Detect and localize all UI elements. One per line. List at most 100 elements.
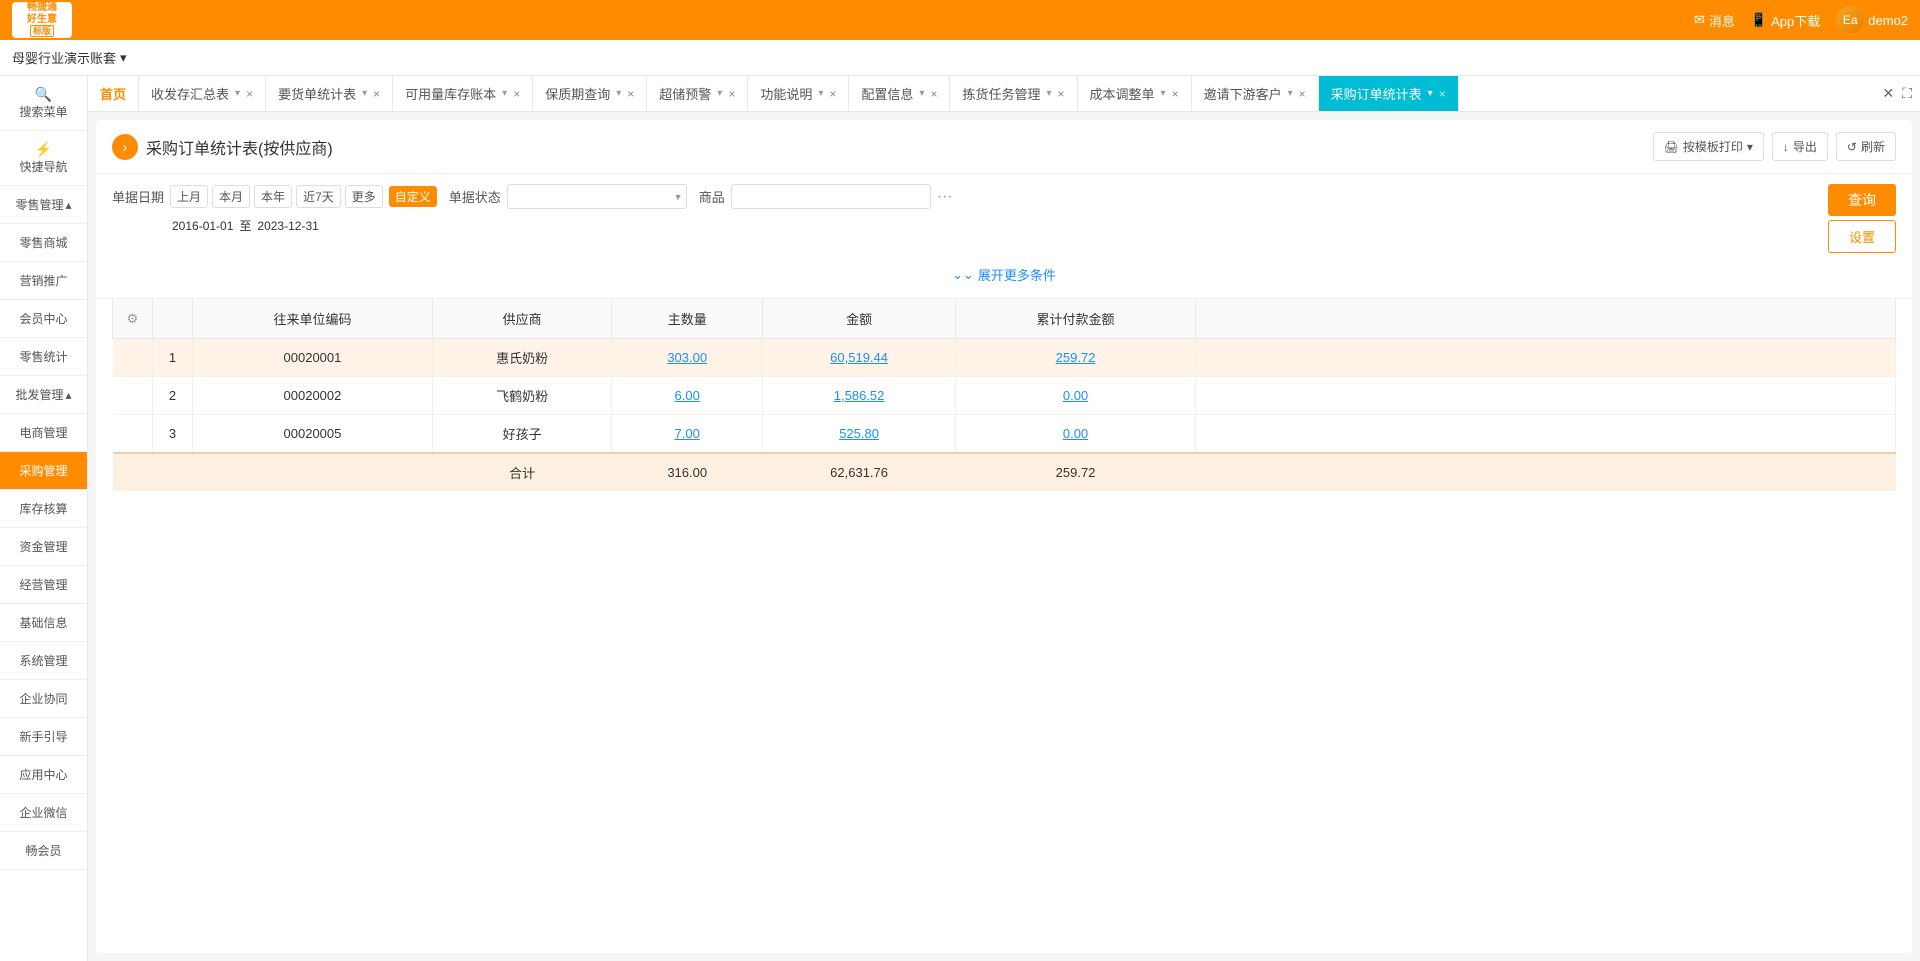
date-shortcut-last-month[interactable]: 上月 xyxy=(170,185,208,208)
tab-chengbentiaozhen-close[interactable]: × xyxy=(1172,87,1179,101)
tab-yaoqingxiayou-close[interactable]: × xyxy=(1299,87,1306,101)
sidebar-item-member-center[interactable]: 会员中心 xyxy=(0,300,87,338)
goods-input[interactable] xyxy=(731,184,931,209)
workspace-selector[interactable]: 母婴行业演示账套 ▾ xyxy=(12,48,127,67)
tab-yaoqingxiayou[interactable]: 邀请下游客户 ▾ × xyxy=(1192,76,1319,111)
tab-paihuorenwu[interactable]: 拣货任务管理 ▾ × xyxy=(950,76,1077,111)
btn-refresh[interactable]: ↺ 刷新 xyxy=(1836,132,1896,161)
panel-toggle-button[interactable]: › xyxy=(112,134,138,160)
btn-settings[interactable]: 设置 xyxy=(1828,220,1896,253)
sidebar-item-quick-nav[interactable]: ⚡ 快捷导航 xyxy=(0,131,87,186)
tab-chaochuyujing-close[interactable]: × xyxy=(728,87,735,101)
row3-paid-amount[interactable]: 0.00 xyxy=(956,415,1196,454)
tab-shoufacun-dropdown[interactable]: ▾ xyxy=(235,88,240,99)
column-settings-icon[interactable]: ⚙ xyxy=(127,311,139,326)
tab-close-all-button[interactable]: ✕ xyxy=(1882,85,1894,102)
row3-settings xyxy=(113,415,153,454)
tab-keyongliang[interactable]: 可用量库存账本 ▾ × xyxy=(393,76,533,111)
tab-caigoudingdan[interactable]: 采购订单统计表 ▾ × xyxy=(1319,76,1459,111)
sidebar-item-basic-info[interactable]: 基础信息 xyxy=(0,604,87,642)
tab-gongneng-dropdown[interactable]: ▾ xyxy=(818,88,823,99)
tab-gongneng[interactable]: 功能说明 ▾ × xyxy=(748,76,849,111)
btn-export-label: 导出 xyxy=(1793,138,1817,155)
sidebar-item-app-center[interactable]: 应用中心 xyxy=(0,756,87,794)
message-button[interactable]: ✉ 消息 xyxy=(1694,11,1735,30)
status-select[interactable] xyxy=(507,184,687,209)
tab-yaohuo-dropdown[interactable]: ▾ xyxy=(362,88,367,99)
tab-yaohuo-close[interactable]: × xyxy=(373,87,380,101)
sidebar-purchase-mgmt-label: 采购管理 xyxy=(0,462,87,479)
sidebar-item-retail-stats[interactable]: 零售统计 xyxy=(0,338,87,376)
goods-more-icon[interactable]: ··· xyxy=(937,188,953,206)
sidebar-item-purchase-mgmt[interactable]: 采购管理 xyxy=(0,452,87,490)
sidebar-item-system-mgmt[interactable]: 系统管理 xyxy=(0,642,87,680)
row3-main-qty[interactable]: 7.00 xyxy=(612,415,763,454)
tab-keyongliang-close[interactable]: × xyxy=(513,87,520,101)
tab-paihuorenwu-dropdown[interactable]: ▾ xyxy=(1046,88,1051,99)
btn-template-label: 按模板打印 xyxy=(1683,138,1743,155)
sidebar-item-ecommerce-mgmt[interactable]: 电商管理 xyxy=(0,414,87,452)
date-shortcut-7days[interactable]: 近7天 xyxy=(296,185,341,208)
tab-maximize-button[interactable]: ⛶ xyxy=(1902,85,1912,102)
tab-caigoudingdan-close[interactable]: × xyxy=(1439,87,1446,101)
tab-chengbentiaozhen-dropdown[interactable]: ▾ xyxy=(1161,88,1166,99)
tab-yaohuo[interactable]: 要货单统计表 ▾ × xyxy=(266,76,393,111)
tab-chaochuyujing-dropdown[interactable]: ▾ xyxy=(717,88,722,99)
btn-refresh-label: 刷新 xyxy=(1861,138,1885,155)
tab-peizhi-dropdown[interactable]: ▾ xyxy=(919,88,924,99)
sidebar-vip-member-label: 畅会员 xyxy=(0,842,87,859)
row2-main-qty[interactable]: 6.00 xyxy=(612,377,763,415)
date-shortcut-more[interactable]: 更多 xyxy=(345,185,383,208)
date-shortcut-this-year[interactable]: 本年 xyxy=(254,185,292,208)
row2-num: 2 xyxy=(153,377,193,415)
btn-query[interactable]: 查询 xyxy=(1828,184,1896,216)
sidebar-item-enterprise-collab[interactable]: 企业协同 xyxy=(0,680,87,718)
tab-keyongliang-dropdown[interactable]: ▾ xyxy=(502,88,507,99)
btn-export[interactable]: ↓ 导出 xyxy=(1772,132,1828,161)
sidebar-retail-mall-label: 零售商城 xyxy=(0,234,87,251)
tab-paihuorenwu-close[interactable]: × xyxy=(1058,87,1065,101)
sidebar-item-retail-mgmt[interactable]: 零售管理 ▴ xyxy=(0,186,87,224)
tab-peizhi-close[interactable]: × xyxy=(930,87,937,101)
workspace-dropdown-icon: ▾ xyxy=(120,50,127,66)
user-avatar-button[interactable]: Ea demo2 xyxy=(1836,6,1908,34)
sidebar-item-capital-mgmt[interactable]: 资金管理 xyxy=(0,528,87,566)
sidebar-item-operations-mgmt[interactable]: 经营管理 xyxy=(0,566,87,604)
row1-amount[interactable]: 60,519.44 xyxy=(763,339,956,377)
tab-caigoudingdan-label: 采购订单统计表 xyxy=(1331,84,1422,103)
date-shortcut-this-month[interactable]: 本月 xyxy=(212,185,250,208)
sidebar-item-enterprise-wechat[interactable]: 企业微信 xyxy=(0,794,87,832)
row1-paid-amount[interactable]: 259.72 xyxy=(956,339,1196,377)
tab-home[interactable]: 首页 xyxy=(88,76,139,111)
row3-amount[interactable]: 525.80 xyxy=(763,415,956,454)
tab-baoyuanqi-dropdown[interactable]: ▾ xyxy=(616,88,621,99)
tab-baoyuanqi-close[interactable]: × xyxy=(627,87,634,101)
tab-yaoqingxiayou-dropdown[interactable]: ▾ xyxy=(1288,88,1293,99)
sidebar-item-search[interactable]: 🔍 搜索菜单 xyxy=(0,76,87,131)
tab-baoyuanqi[interactable]: 保质期查询 ▾ × xyxy=(533,76,647,111)
tab-shoufacun[interactable]: 收发存汇总表 ▾ × xyxy=(139,76,266,111)
tab-chaochuyujing[interactable]: 超储预警 ▾ × xyxy=(647,76,748,111)
nav-tabs-end: ✕ ⛶ xyxy=(1874,76,1920,111)
row1-main-qty[interactable]: 303.00 xyxy=(612,339,763,377)
tab-shoufacun-close[interactable]: × xyxy=(246,87,253,101)
tab-caigoudingdan-dropdown[interactable]: ▾ xyxy=(1428,88,1433,99)
table-container: ⚙ 往来单位编码 供应商 主数量 金额 累计付款金额 xyxy=(96,299,1912,507)
sidebar-item-vip-member[interactable]: 畅会员 xyxy=(0,832,87,870)
expand-more-button[interactable]: ⌄⌄ 展开更多条件 xyxy=(952,261,1056,288)
row2-extra xyxy=(1196,377,1896,415)
sidebar-item-marketing[interactable]: 营销推广 xyxy=(0,262,87,300)
app-download-button[interactable]: 📱 App下载 xyxy=(1751,11,1820,30)
col-supplier: 供应商 xyxy=(432,299,611,339)
tab-chengbentiaozhen[interactable]: 成本调整单 ▾ × xyxy=(1078,76,1192,111)
btn-template-print[interactable]: 🖨 按模板打印 ▾ xyxy=(1653,132,1764,161)
row2-amount[interactable]: 1,586.52 xyxy=(763,377,956,415)
row2-paid-amount[interactable]: 0.00 xyxy=(956,377,1196,415)
download-icon: 📱 xyxy=(1751,12,1767,28)
tab-gongneng-close[interactable]: × xyxy=(829,87,836,101)
sidebar-item-inventory-check[interactable]: 库存核算 xyxy=(0,490,87,528)
sidebar-item-new-guide[interactable]: 新手引导 xyxy=(0,718,87,756)
sidebar-item-wholesale-mgmt[interactable]: 批发管理 ▴ xyxy=(0,376,87,414)
sidebar-item-retail-mall[interactable]: 零售商城 xyxy=(0,224,87,262)
tab-peizhi[interactable]: 配置信息 ▾ × xyxy=(849,76,950,111)
